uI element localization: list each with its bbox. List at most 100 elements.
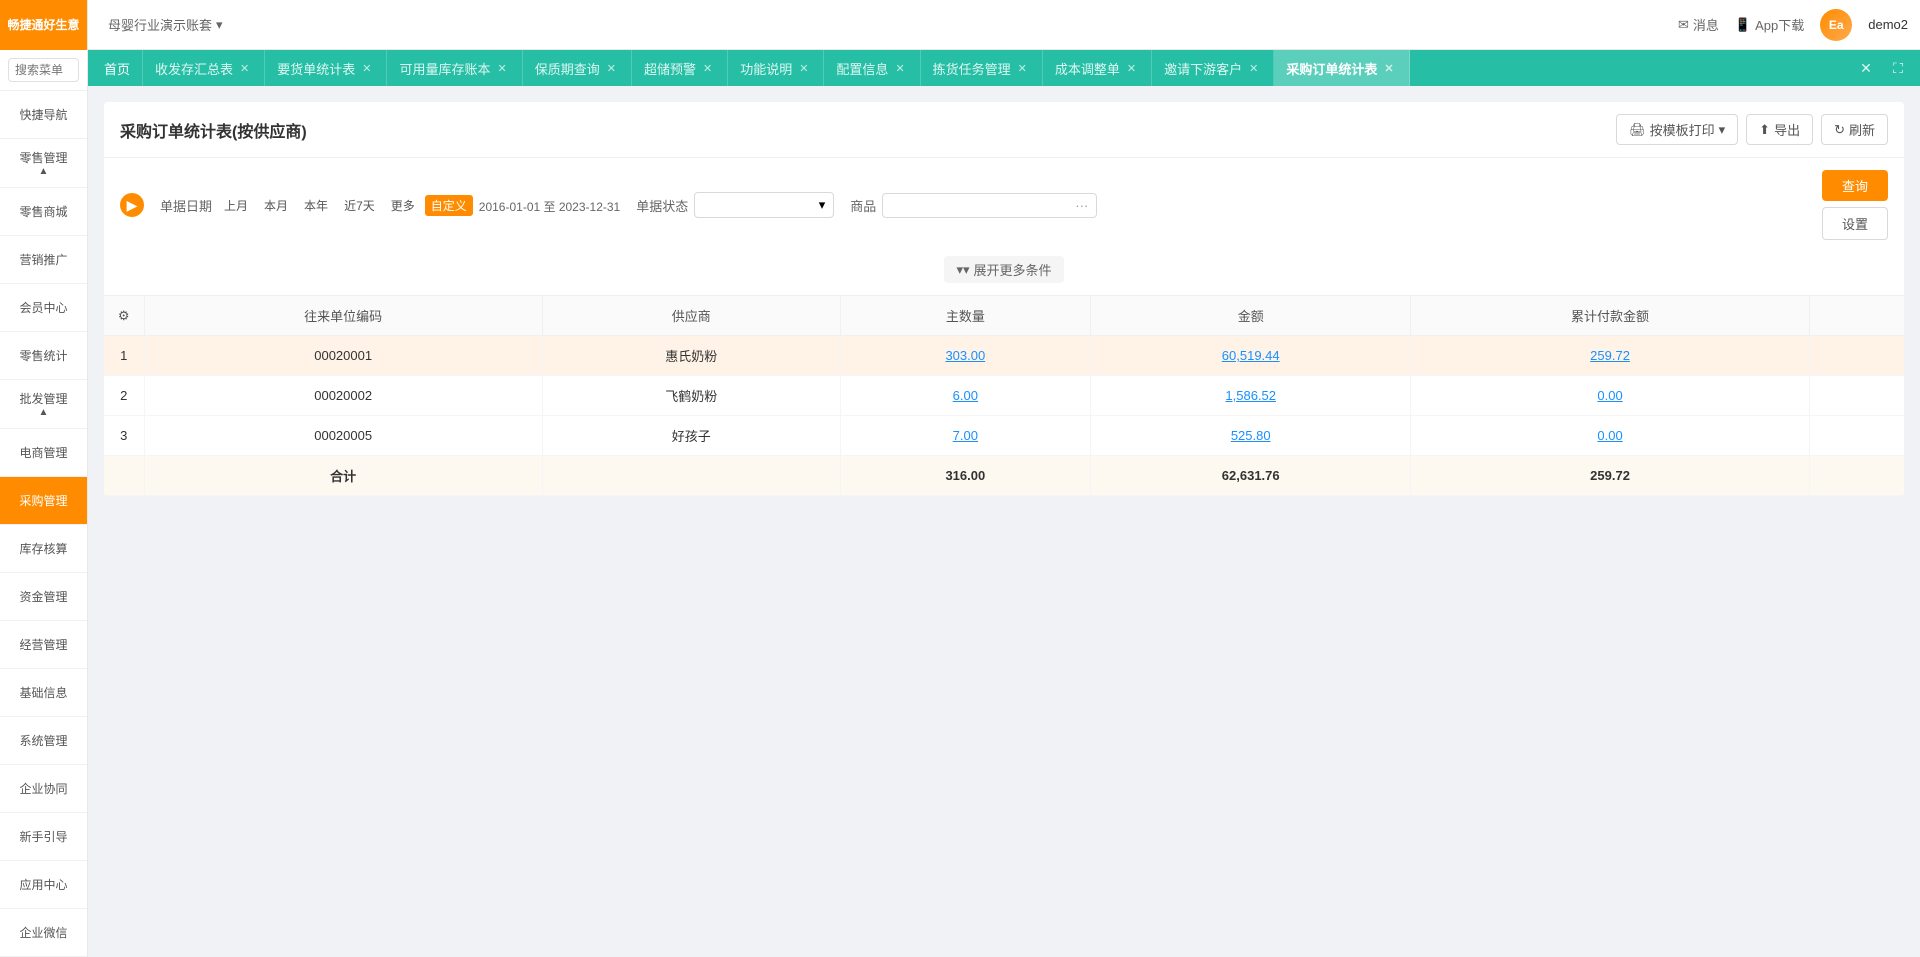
tab-close-icon[interactable]: ✕ bbox=[604, 61, 619, 76]
nav-tab-available-stock[interactable]: 可用量库存账本✕ bbox=[387, 50, 522, 86]
tab-close-icon[interactable]: ✕ bbox=[495, 61, 510, 76]
sidebar-item-label: 基础信息 bbox=[19, 684, 67, 701]
export-button[interactable]: ⬆ 导出 bbox=[1746, 114, 1813, 145]
sidebar-item-marketing[interactable]: 营销推广 bbox=[0, 236, 87, 284]
paid-amount-link[interactable]: 0.00 bbox=[1597, 428, 1622, 443]
date-shortcut-this-month[interactable]: 本月 bbox=[258, 195, 294, 216]
nav-tab-home[interactable]: 首页 bbox=[92, 50, 143, 86]
message-icon: ✉ bbox=[1678, 17, 1689, 33]
sidebar-item-operations-mgmt[interactable]: 经营管理 bbox=[0, 621, 87, 669]
message-button[interactable]: ✉ 消息 bbox=[1678, 15, 1719, 34]
query-button[interactable]: 查询 bbox=[1822, 170, 1888, 201]
app-logo: 畅捷通好生意 bbox=[0, 0, 87, 50]
quantity-link[interactable]: 303.00 bbox=[945, 348, 985, 363]
nav-tab-function-desc[interactable]: 功能说明✕ bbox=[728, 50, 824, 86]
cell-amount: 525.80 bbox=[1091, 416, 1411, 456]
sidebar-item-label: 库存核算 bbox=[19, 540, 67, 557]
sidebar-item-stock-check[interactable]: 库存核算 bbox=[0, 525, 87, 573]
sidebar-item-retail-shop[interactable]: 零售商城 bbox=[0, 188, 87, 236]
tab-label: 首页 bbox=[104, 59, 130, 78]
tab-close-icon[interactable]: ✕ bbox=[1381, 61, 1396, 76]
goods-input-wrapper: ··· bbox=[882, 193, 1097, 218]
expand-more-button[interactable]: ▾▾ 展开更多条件 bbox=[944, 256, 1063, 283]
footer-empty1 bbox=[104, 456, 144, 496]
cell-code: 00020002 bbox=[144, 376, 542, 416]
tab-close-icon[interactable]: ✕ bbox=[796, 61, 811, 76]
sidebar-item-retail-mgmt[interactable]: 零售管理▲ bbox=[0, 139, 87, 188]
sidebar-item-retail-stats[interactable]: 零售统计 bbox=[0, 332, 87, 380]
nav-tab-invite-downstream[interactable]: 邀请下游客户✕ bbox=[1152, 50, 1274, 86]
sidebar-item-new-guide[interactable]: 新手引导 bbox=[0, 813, 87, 861]
goods-input[interactable] bbox=[891, 198, 1071, 213]
refresh-button[interactable]: ↻ 刷新 bbox=[1821, 114, 1888, 145]
sidebar-item-enterprise-wechat[interactable]: 企业微信 bbox=[0, 909, 87, 957]
topbar: 母婴行业演示账套 ▾ ✉ 消息 📱 App下载 Ea demo2 bbox=[88, 0, 1920, 50]
tab-close-icon[interactable]: ✕ bbox=[237, 61, 252, 76]
sidebar-item-finance-mgmt[interactable]: 资金管理 bbox=[0, 573, 87, 621]
print-button[interactable]: 🖨 按模板打印 ▾ bbox=[1616, 114, 1738, 145]
goods-more-icon[interactable]: ··· bbox=[1075, 198, 1088, 213]
nav-tab-config-info[interactable]: 配置信息 ✕ bbox=[824, 50, 920, 86]
nav-tab-picking-task[interactable]: 拣货任务管理✕ bbox=[921, 50, 1043, 86]
avatar[interactable]: Ea bbox=[1820, 9, 1852, 41]
sidebar-item-quick-nav[interactable]: 快捷导航 bbox=[0, 91, 87, 139]
tab-label: 配置信息 bbox=[836, 59, 888, 78]
filter-toggle-button[interactable]: ▶ bbox=[120, 193, 144, 217]
nav-close-button[interactable]: ✕ bbox=[1852, 54, 1880, 82]
table-row: 3 00020005 好孩子 7.00 525.80 0.00 bbox=[104, 416, 1904, 456]
status-select[interactable]: ▾ bbox=[694, 192, 834, 218]
nav-tab-collect-pay[interactable]: 收发存汇总表✕ bbox=[143, 50, 265, 86]
sidebar-item-basic-info[interactable]: 基础信息 bbox=[0, 669, 87, 717]
sidebar-item-label: 系统管理 bbox=[19, 732, 67, 749]
user-name[interactable]: demo2 bbox=[1868, 17, 1908, 32]
sidebar-item-label: 经营管理 bbox=[19, 636, 67, 653]
topbar-right: ✉ 消息 📱 App下载 Ea demo2 bbox=[1678, 9, 1908, 41]
tab-close-icon[interactable]: ✕ bbox=[1015, 61, 1030, 76]
column-settings[interactable]: ⚙ bbox=[104, 296, 144, 336]
quantity-link[interactable]: 7.00 bbox=[953, 428, 978, 443]
tab-close-icon[interactable]: ✕ bbox=[892, 61, 907, 76]
paid-amount-link[interactable]: 259.72 bbox=[1590, 348, 1630, 363]
amount-link[interactable]: 60,519.44 bbox=[1222, 348, 1280, 363]
settings-button[interactable]: 设置 bbox=[1822, 207, 1888, 240]
nav-tab-overstock-warning[interactable]: 超储预警 ✕ bbox=[632, 50, 728, 86]
quantity-link[interactable]: 6.00 bbox=[953, 388, 978, 403]
tab-close-icon[interactable]: ✕ bbox=[700, 61, 715, 76]
date-shortcut-more[interactable]: 更多 bbox=[385, 195, 421, 216]
amount-link[interactable]: 525.80 bbox=[1231, 428, 1271, 443]
nav-tab-purchase-stats[interactable]: 采购订单统计表✕ bbox=[1274, 50, 1409, 86]
paid-amount-link[interactable]: 0.00 bbox=[1597, 388, 1622, 403]
search-input[interactable] bbox=[8, 58, 79, 82]
nav-expand-button[interactable]: ⛶ bbox=[1884, 54, 1912, 82]
footer-quantity: 316.00 bbox=[840, 456, 1090, 496]
page-card: 采购订单统计表(按供应商) 🖨 按模板打印 ▾ ⬆ 导出 ↻ 刷新 bbox=[104, 102, 1904, 496]
sidebar-item-system-mgmt[interactable]: 系统管理 bbox=[0, 717, 87, 765]
tab-close-icon[interactable]: ✕ bbox=[359, 61, 374, 76]
tab-close-icon[interactable]: ✕ bbox=[1246, 61, 1261, 76]
status-select-arrow: ▾ bbox=[819, 197, 826, 213]
cell-quantity: 6.00 bbox=[840, 376, 1090, 416]
date-shortcut-7days[interactable]: 近7天 bbox=[338, 195, 381, 216]
sidebar-item-ecommerce-mgmt[interactable]: 电商管理 bbox=[0, 429, 87, 477]
tab-label: 超储预警 bbox=[644, 59, 696, 78]
sidebar-item-enterprise-collab[interactable]: 企业协同 bbox=[0, 765, 87, 813]
date-shortcut-last-month[interactable]: 上月 bbox=[218, 195, 254, 216]
sidebar-item-wholesale-mgmt[interactable]: 批发管理▲ bbox=[0, 380, 87, 429]
cell-empty bbox=[1809, 416, 1904, 456]
sidebar-item-purchase-mgmt[interactable]: 采购管理 bbox=[0, 477, 87, 525]
main-content: 母婴行业演示账套 ▾ ✉ 消息 📱 App下载 Ea demo2 首页收发存汇总… bbox=[88, 0, 1920, 957]
nav-tab-requisition-stats[interactable]: 要货单统计表✕ bbox=[265, 50, 387, 86]
tab-close-icon[interactable]: ✕ bbox=[1124, 61, 1139, 76]
amount-link[interactable]: 1,586.52 bbox=[1225, 388, 1276, 403]
account-dropdown[interactable]: 母婴行业演示账套 ▾ bbox=[100, 11, 231, 38]
nav-tab-expiry-query[interactable]: 保质期查询✕ bbox=[523, 50, 632, 86]
nav-tabs: 首页收发存汇总表✕要货单统计表✕可用量库存账本✕保质期查询✕超储预警✕功能说明✕… bbox=[88, 50, 1920, 86]
date-shortcut-this-year[interactable]: 本年 bbox=[298, 195, 334, 216]
account-name: 母婴行业演示账套 bbox=[108, 15, 212, 34]
nav-tab-cost-adjust[interactable]: 成本调整单✕ bbox=[1043, 50, 1152, 86]
sidebar-item-label: 新手引导 bbox=[19, 828, 67, 845]
sidebar-item-member-center[interactable]: 会员中心 bbox=[0, 284, 87, 332]
app-download-button[interactable]: 📱 App下载 bbox=[1735, 15, 1804, 34]
date-shortcut-custom[interactable]: 自定义 bbox=[425, 195, 473, 216]
sidebar-item-app-center[interactable]: 应用中心 bbox=[0, 861, 87, 909]
